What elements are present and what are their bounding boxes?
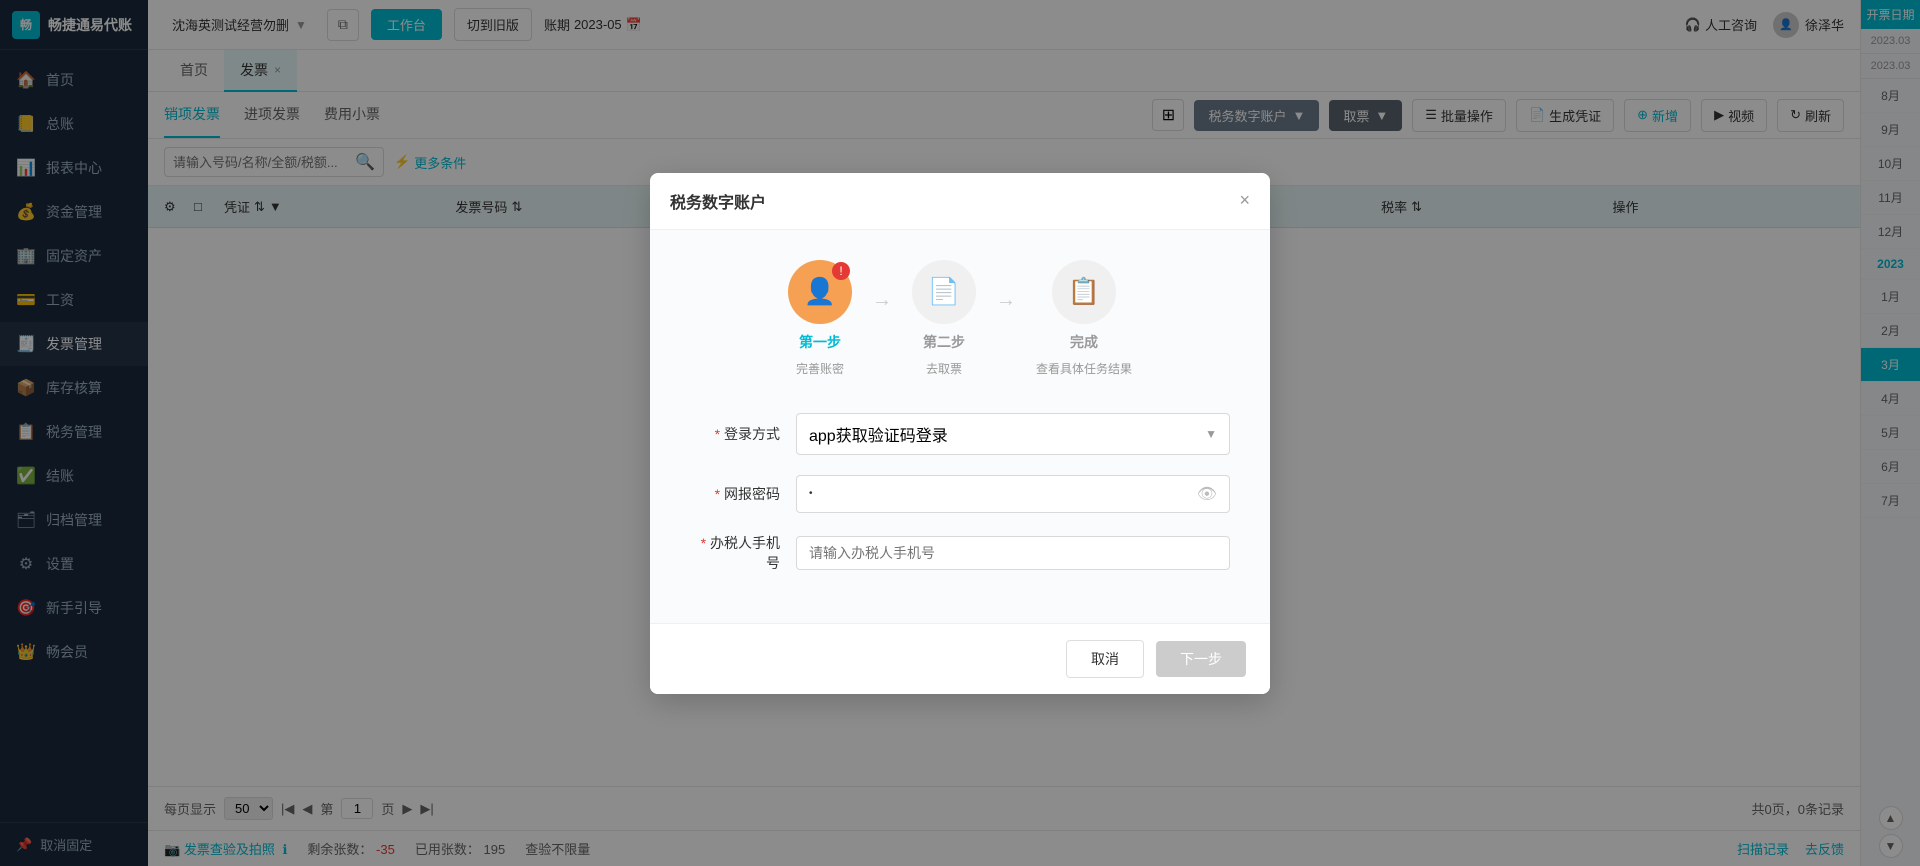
step-1: 👤 ! 第一步 完善账密	[788, 260, 852, 377]
modal-dialog: 税务数字账户 × 👤 ! 第一步 完善账密 →	[650, 173, 1270, 694]
modal-body: 👤 ! 第一步 完善账密 → 📄 第二步 去取票	[650, 230, 1270, 623]
step-2-circle: 📄	[912, 260, 976, 324]
modal-title: 税务数字账户	[670, 189, 766, 213]
login-method-value: app获取验证码登录	[809, 422, 948, 446]
step-1-desc: 完善账密	[796, 360, 844, 377]
step-3-label: 完成	[1070, 332, 1098, 352]
modal-header: 税务数字账户 ×	[650, 173, 1270, 230]
step-2-icon: 📄	[928, 276, 960, 307]
step-1-error-badge: !	[832, 262, 850, 280]
step-3-icon: 📋	[1068, 276, 1100, 307]
step-1-label: 第一步	[799, 332, 841, 352]
arrow-right-icon-1: →	[872, 289, 892, 312]
password-label: * 网报密码	[690, 484, 780, 504]
step-2: 📄 第二步 去取票	[912, 260, 976, 377]
eye-icon[interactable]: 👁	[1197, 484, 1217, 504]
password-value: •	[809, 488, 1197, 499]
step-3: 📋 完成 查看具体任务结果	[1036, 260, 1132, 377]
password-input-wrap[interactable]: • 👁	[796, 475, 1230, 513]
next-button[interactable]: 下一步	[1156, 641, 1246, 677]
step-3-desc: 查看具体任务结果	[1036, 360, 1132, 377]
login-method-row: * 登录方式 app获取验证码登录 ▼	[690, 413, 1230, 455]
step-2-desc: 去取票	[926, 360, 962, 377]
cancel-button[interactable]: 取消	[1066, 640, 1144, 678]
password-control: • 👁	[796, 475, 1230, 513]
login-method-label: * 登录方式	[690, 424, 780, 444]
phone-label: * 办税人手机号	[690, 533, 780, 573]
modal-close-button[interactable]: ×	[1239, 190, 1250, 211]
modal-overlay: 税务数字账户 × 👤 ! 第一步 完善账密 →	[0, 0, 1920, 866]
login-method-select[interactable]: app获取验证码登录 ▼	[796, 413, 1230, 455]
step-arrow-2: →	[976, 299, 1036, 301]
chevron-down-icon-login: ▼	[1205, 427, 1217, 441]
modal-form: * 登录方式 app获取验证码登录 ▼ * 网报密码	[690, 413, 1230, 573]
modal-footer: 取消 下一步	[650, 623, 1270, 694]
steps-indicator: 👤 ! 第一步 完善账密 → 📄 第二步 去取票	[690, 260, 1230, 377]
arrow-right-icon-2: →	[996, 289, 1016, 312]
step-3-circle: 📋	[1052, 260, 1116, 324]
step-arrow-1: →	[852, 299, 912, 301]
phone-control	[796, 536, 1230, 570]
password-row: * 网报密码 • 👁	[690, 475, 1230, 513]
step-2-label: 第二步	[923, 332, 965, 352]
step-1-icon: 👤	[804, 276, 836, 307]
login-method-control: app获取验证码登录 ▼	[796, 413, 1230, 455]
phone-row: * 办税人手机号	[690, 533, 1230, 573]
phone-input[interactable]	[796, 536, 1230, 570]
step-1-circle: 👤 !	[788, 260, 852, 324]
